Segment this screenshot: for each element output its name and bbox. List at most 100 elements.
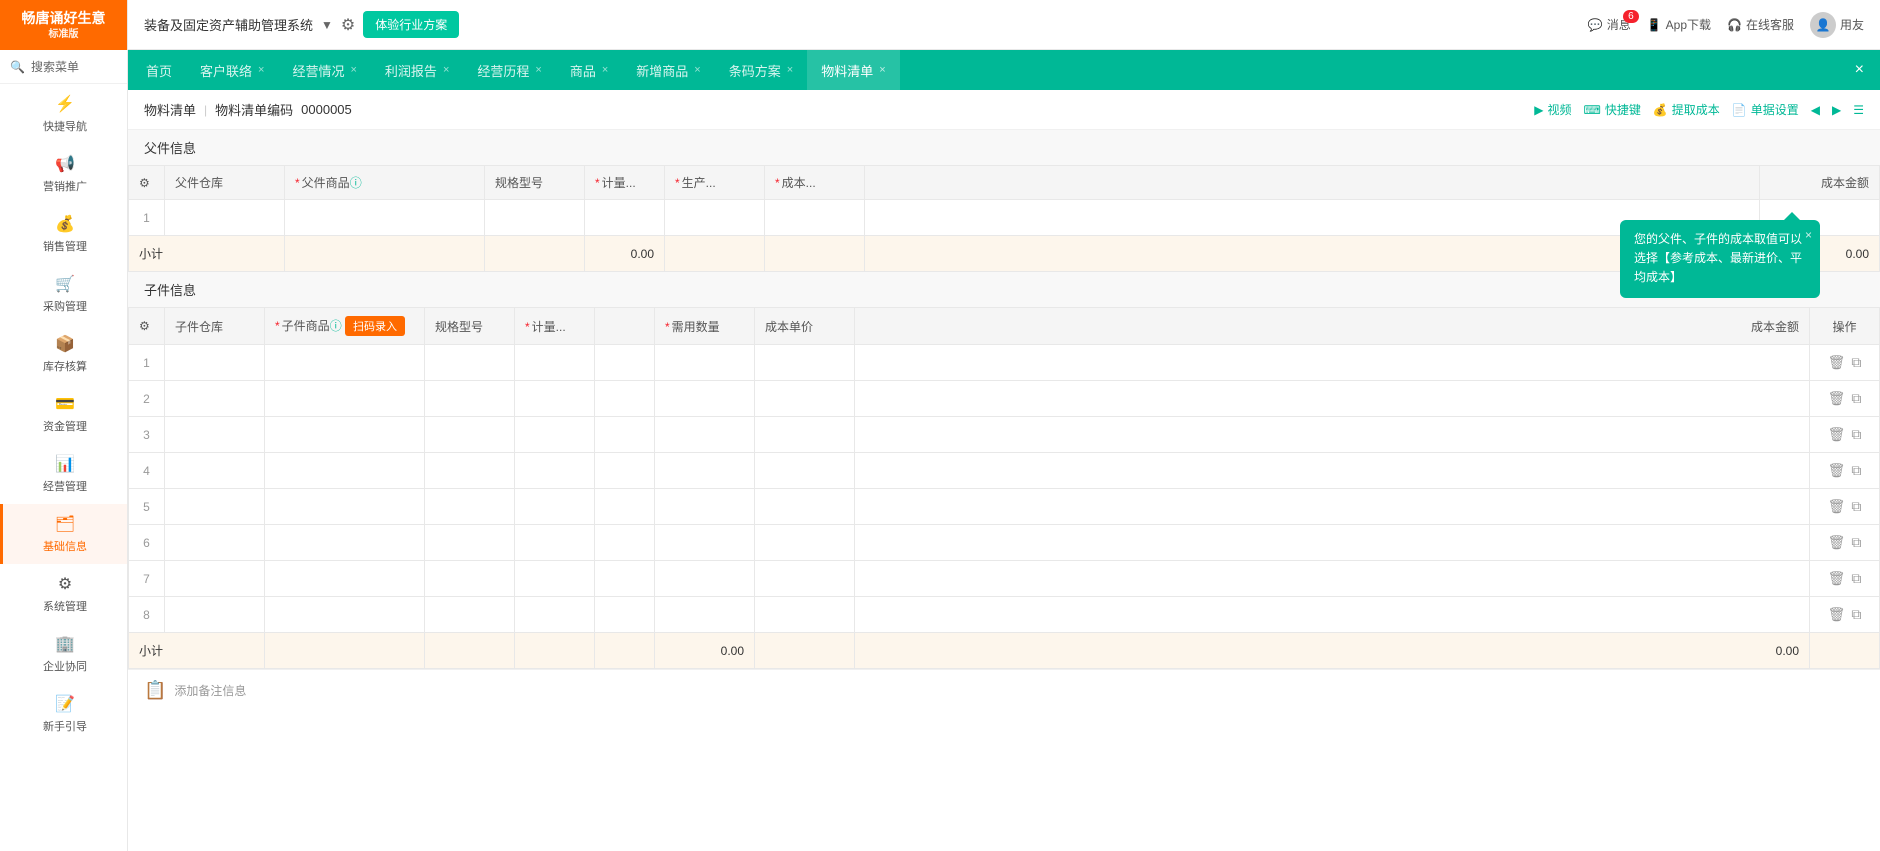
child-row-unit[interactable] (515, 381, 595, 417)
child-row-unit-cost[interactable] (755, 345, 855, 381)
child-row-spec[interactable] (425, 417, 515, 453)
child-row-quantity[interactable] (655, 381, 755, 417)
sidebar-item-operation[interactable]: 📊 经营管理 (0, 444, 127, 504)
tab-bom-close[interactable]: × (879, 64, 885, 76)
child-row-product[interactable] (265, 381, 425, 417)
tab-goods-close[interactable]: × (602, 64, 608, 76)
child-row-warehouse[interactable] (165, 345, 265, 381)
child-row-warehouse[interactable] (165, 561, 265, 597)
user-action[interactable]: 👤 用友 (1810, 12, 1864, 38)
tooltip-close-button[interactable]: × (1805, 226, 1812, 245)
child-row-warehouse[interactable] (165, 453, 265, 489)
settings-gear-button[interactable]: ⚙ (341, 15, 355, 35)
tab-new-goods-close[interactable]: × (694, 64, 700, 76)
delete-icon[interactable]: 🗑 (1828, 354, 1846, 371)
sidebar-item-inventory[interactable]: 📦 库存核算 (0, 324, 127, 384)
tab-profit-close[interactable]: × (443, 64, 449, 76)
child-row-unit[interactable] (515, 561, 595, 597)
child-row-quantity[interactable] (655, 417, 755, 453)
copy-icon[interactable]: ⧉ (1851, 354, 1861, 371)
sidebar-item-finance[interactable]: 💳 资金管理 (0, 384, 127, 444)
child-row-spec[interactable] (425, 597, 515, 633)
copy-icon[interactable]: ⧉ (1851, 570, 1861, 587)
parent-row-warehouse[interactable] (165, 200, 285, 236)
child-row-warehouse[interactable] (165, 381, 265, 417)
child-row-unit[interactable] (515, 525, 595, 561)
parent-row-spec[interactable] (485, 200, 585, 236)
child-row-unit[interactable] (515, 345, 595, 381)
video-action[interactable]: ▶ 视频 (1534, 101, 1571, 118)
scan-button[interactable]: 扫码录入 (345, 316, 405, 336)
child-row-quantity[interactable] (655, 561, 755, 597)
tab-customer[interactable]: 客户联络 × (186, 50, 278, 90)
child-row-spec[interactable] (425, 561, 515, 597)
parent-row-cost[interactable] (765, 200, 865, 236)
child-row-product[interactable] (265, 597, 425, 633)
tab-customer-close[interactable]: × (258, 64, 264, 76)
delete-icon[interactable]: 🗑 (1828, 606, 1846, 623)
child-row-unit-cost[interactable] (755, 417, 855, 453)
copy-icon[interactable]: ⧉ (1851, 498, 1861, 515)
child-row-unit-cost[interactable] (755, 489, 855, 525)
child-row-unit-cost[interactable] (755, 597, 855, 633)
tab-new-goods[interactable]: 新增商品 × (622, 50, 714, 90)
system-dropdown-button[interactable]: ▼ (321, 18, 333, 32)
copy-icon[interactable]: ⧉ (1851, 426, 1861, 443)
child-row-unit[interactable] (515, 597, 595, 633)
delete-icon[interactable]: 🗑 (1828, 462, 1846, 479)
doc-settings-action[interactable]: 📄 单据设置 (1732, 101, 1799, 118)
extract-cost-action[interactable]: 💰 提取成本 (1653, 101, 1720, 118)
sidebar-item-marketing[interactable]: 📢 营销推广 (0, 144, 127, 204)
delete-icon[interactable]: 🗑 (1828, 426, 1846, 443)
parent-row-product[interactable] (285, 200, 485, 236)
copy-icon[interactable]: ⧉ (1851, 606, 1861, 623)
child-row-unit[interactable] (515, 489, 595, 525)
sidebar-item-guide[interactable]: 📝 新手引导 (0, 684, 127, 744)
tab-history[interactable]: 经营历程 × (463, 50, 555, 90)
child-row-product[interactable] (265, 525, 425, 561)
tab-home[interactable]: 首页 (132, 50, 186, 90)
child-row-spec[interactable] (425, 381, 515, 417)
child-row-unit[interactable] (515, 453, 595, 489)
child-row-warehouse[interactable] (165, 417, 265, 453)
tab-barcode-close[interactable]: × (787, 64, 793, 76)
sidebar-item-basic-info[interactable]: 🗂 基础信息 (0, 504, 127, 564)
sidebar-item-sales[interactable]: 💰 销售管理 (0, 204, 127, 264)
child-row-product[interactable] (265, 345, 425, 381)
tab-goods[interactable]: 商品 × (556, 50, 622, 90)
shortcut-action[interactable]: ⌨ 快捷键 (1583, 101, 1640, 118)
tab-profit[interactable]: 利润报告 × (371, 50, 463, 90)
child-row-unit-cost[interactable] (755, 453, 855, 489)
child-row-product[interactable] (265, 489, 425, 525)
parent-row-unit[interactable] (585, 200, 665, 236)
child-row-warehouse[interactable] (165, 489, 265, 525)
tab-operation-status[interactable]: 经营情况 × (278, 50, 370, 90)
child-row-spec[interactable] (425, 525, 515, 561)
delete-icon[interactable]: 🗑 (1828, 570, 1846, 587)
sidebar-item-quick-nav[interactable]: ⚡ 快捷导航 (0, 84, 127, 144)
child-row-product[interactable] (265, 561, 425, 597)
child-row-unit-cost[interactable] (755, 561, 855, 597)
copy-icon[interactable]: ⧉ (1851, 462, 1861, 479)
delete-icon[interactable]: 🗑 (1828, 534, 1846, 551)
child-row-product[interactable] (265, 417, 425, 453)
experience-button[interactable]: 体验行业方案 (363, 11, 459, 38)
list-view-icon[interactable]: ☰ (1853, 103, 1864, 117)
tab-history-close[interactable]: × (535, 64, 541, 76)
child-row-quantity[interactable] (655, 597, 755, 633)
parent-row-production[interactable] (665, 200, 765, 236)
child-row-spec[interactable] (425, 453, 515, 489)
child-row-quantity[interactable] (655, 489, 755, 525)
nav-prev-icon[interactable]: ◀ (1811, 103, 1820, 117)
tab-bom[interactable]: 物料清单 × (807, 50, 899, 90)
copy-icon[interactable]: ⧉ (1851, 390, 1861, 407)
child-row-quantity[interactable] (655, 453, 755, 489)
child-row-unit-cost[interactable] (755, 525, 855, 561)
child-row-warehouse[interactable] (165, 597, 265, 633)
delete-icon[interactable]: 🗑 (1828, 390, 1846, 407)
app-download-action[interactable]: 📱 App下载 (1647, 16, 1711, 33)
sidebar-item-purchase[interactable]: 🛒 采购管理 (0, 264, 127, 324)
copy-icon[interactable]: ⧉ (1851, 534, 1861, 551)
child-row-warehouse[interactable] (165, 525, 265, 561)
tab-bar-close-all[interactable]: × (1851, 61, 1868, 79)
